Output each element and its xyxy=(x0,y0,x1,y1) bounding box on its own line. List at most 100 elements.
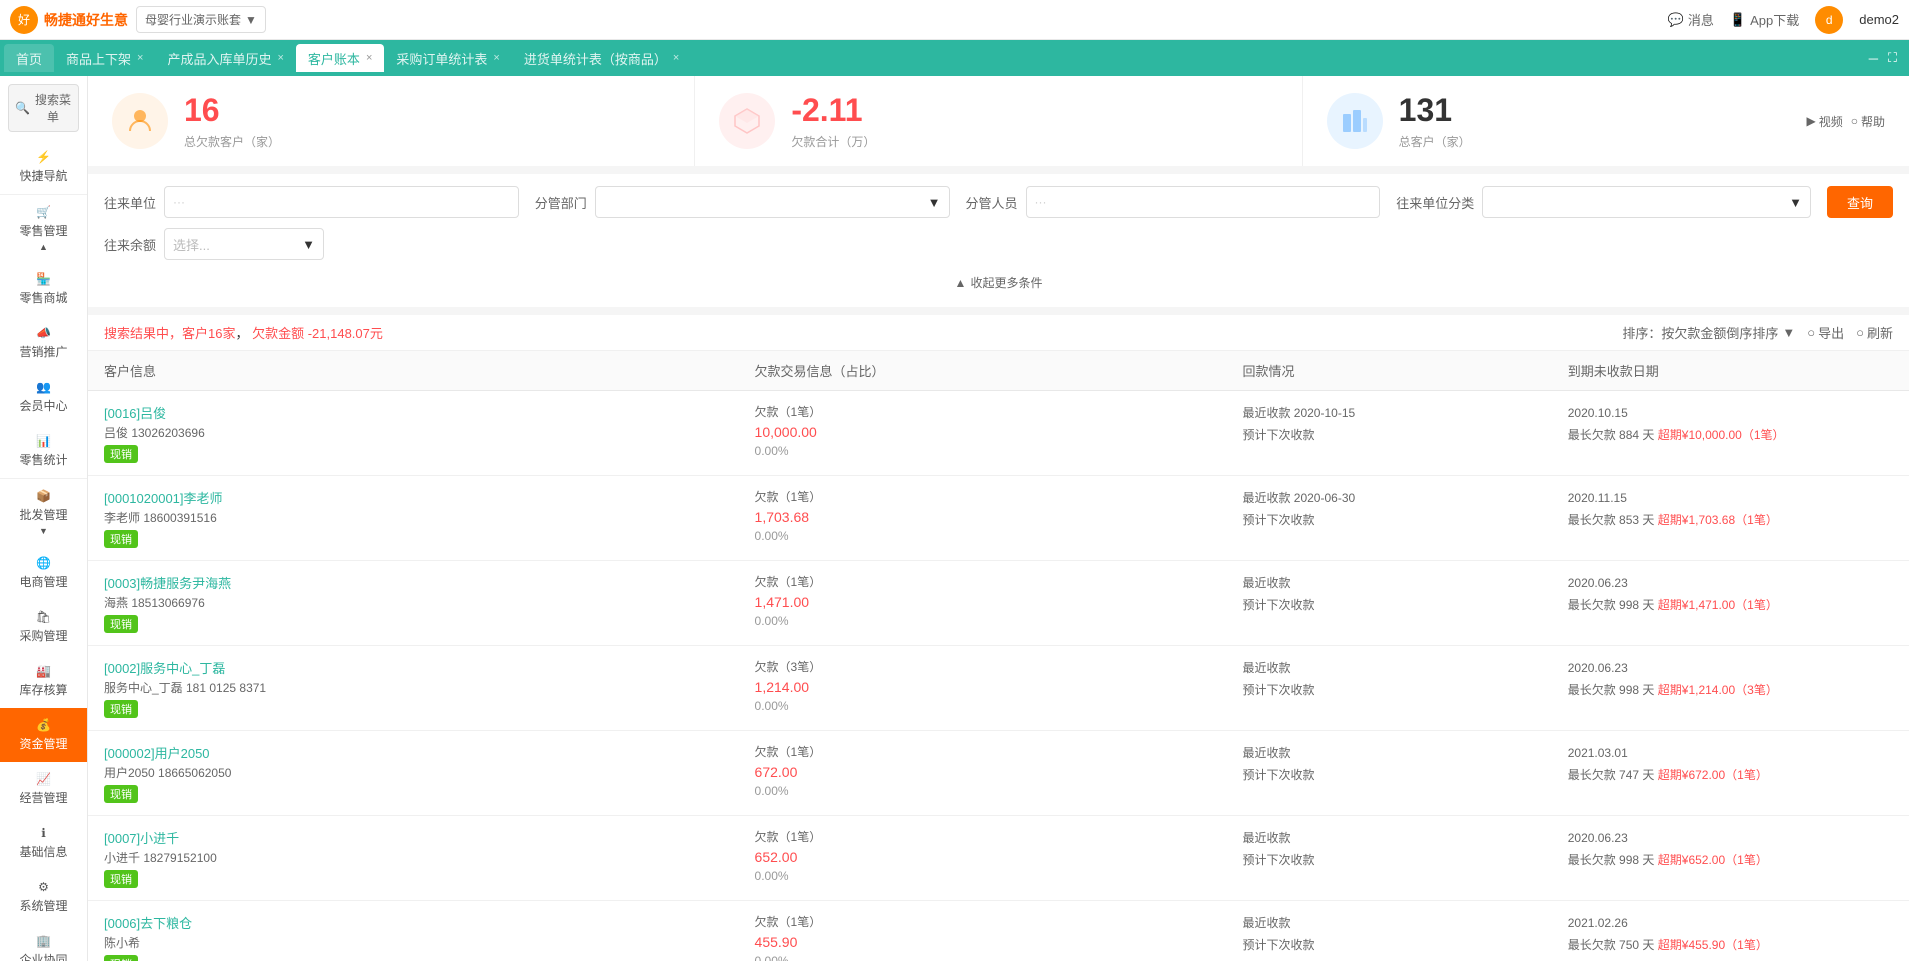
help-button[interactable]: ○ 帮助 xyxy=(1851,113,1885,130)
debt-count: 欠款（1笔） xyxy=(755,743,1243,760)
overdue-days: 最长欠款 998 天 xyxy=(1568,683,1655,697)
tab-customer-account[interactable]: 客户账本 × xyxy=(296,44,384,72)
sidebar-item-retail-mall[interactable]: 🏪 零售商城 xyxy=(0,262,87,316)
customer-name-link[interactable]: [0002]服务中心_丁磊 xyxy=(104,661,225,676)
sidebar-item-ecommerce[interactable]: 🌐 电商管理 xyxy=(0,546,87,600)
view-video-button[interactable]: ▶ 视频 xyxy=(1806,113,1842,130)
overdue-link[interactable]: 超期¥1,703.68（1笔） xyxy=(1658,513,1778,527)
chevron-down-icon: ▼ xyxy=(39,526,48,536)
customer-name-link[interactable]: [000002]用户2050 xyxy=(104,746,210,761)
customer-name-link[interactable]: [0006]去下粮仓 xyxy=(104,916,192,931)
tab-home[interactable]: 首页 xyxy=(4,44,54,72)
message-button[interactable]: 💬 消息 xyxy=(1668,10,1714,29)
tab-purchase-summary[interactable]: 采购订单统计表 × xyxy=(384,44,511,72)
dept-select[interactable]: ▼ xyxy=(595,186,950,218)
company-selector[interactable]: 母婴行业演示账套 ▼ xyxy=(136,6,266,33)
customer-tag: 现销 xyxy=(104,785,138,803)
sidebar-item-batch-mgmt[interactable]: 📦 批发管理 ▼ xyxy=(0,479,87,546)
tab-product-history[interactable]: 产成品入库单历史 × xyxy=(155,44,295,72)
customer-name-link[interactable]: [0001020001]李老师 xyxy=(104,491,223,506)
sidebar-item-system[interactable]: ⚙ 系统管理 xyxy=(0,870,87,924)
tab-close-icon[interactable]: × xyxy=(277,52,283,64)
sidebar-item-operation[interactable]: 📈 经营管理 xyxy=(0,762,87,816)
marketing-icon: 📣 xyxy=(36,326,51,340)
overdue-cell: 2020.11.15 最长欠款 853 天 超期¥1,703.68（1笔） xyxy=(1568,488,1893,531)
stat-actions: ▶ 视频 ○ 帮助 xyxy=(1806,113,1885,130)
collection-cell: 最近收款 预计下次收款 xyxy=(1242,573,1567,616)
sidebar-system-label: 系统管理 xyxy=(19,897,67,914)
debt-cell: 欠款（1笔） 10,000.00 0.00% xyxy=(755,403,1243,458)
minimize-icon[interactable]: － xyxy=(1867,49,1880,68)
sidebar-group-retail: 🛒 零售管理 ▲ 🏪 零售商城 📣 营销推广 👥 会员中心 📊 零售统计 xyxy=(0,194,87,478)
sidebar-item-purchase[interactable]: 🛍 采购管理 xyxy=(0,600,87,654)
col-due-date: 到期未收款日期 xyxy=(1568,361,1893,380)
debt-count: 欠款（1笔） xyxy=(755,573,1243,590)
due-date: 2020.06.23 xyxy=(1568,573,1893,595)
debt-amount: 672.00 xyxy=(755,764,1243,780)
filter-balance: 往来余额 选择... ▼ xyxy=(104,228,1893,260)
overdue-link[interactable]: 超期¥10,000.00（1笔） xyxy=(1658,428,1785,442)
customer-name-link[interactable]: [0007]小进千 xyxy=(104,831,179,846)
debt-count: 欠款（3笔） xyxy=(755,658,1243,675)
data-table: 客户信息 欠款交易信息（占比） 回款情况 到期未收款日期 [0016]吕俊 吕俊… xyxy=(88,351,1909,961)
customer-cell: [0002]服务中心_丁磊 服务中心_丁磊 181 0125 8371 现销 xyxy=(104,658,755,718)
overdue-cell: 2021.03.01 最长欠款 747 天 超期¥672.00（1笔） xyxy=(1568,743,1893,786)
search-menu-button[interactable]: 🔍 搜索菜单 xyxy=(8,84,79,132)
sidebar-item-enterprise[interactable]: 🏢 企业协同 xyxy=(0,924,87,961)
last-payment: 最近收款 xyxy=(1242,828,1567,850)
collapse-button[interactable]: ▲ 收起更多条件 xyxy=(955,274,1043,291)
sidebar-item-retail-mgmt[interactable]: 🛒 零售管理 ▲ xyxy=(0,195,87,262)
top-bar: 好 畅捷通好生意 母婴行业演示账套 ▼ 💬 消息 📱 App下载 d demo2 xyxy=(0,0,1909,40)
sidebar-item-basic-info[interactable]: ℹ 基础信息 xyxy=(0,816,87,870)
tab-close-icon[interactable]: × xyxy=(673,52,679,64)
debt-amount: 455.90 xyxy=(755,934,1243,950)
stat-debtors-value: 16 xyxy=(184,92,280,129)
debt-percent: 0.00% xyxy=(755,869,1243,883)
last-payment: 最近收款 xyxy=(1242,658,1567,680)
sort-label: 排序：按欠款金额倒序排序 xyxy=(1622,323,1778,342)
result-text: 搜索结果中，客户16家 xyxy=(104,326,235,341)
table-row: [0001020001]李老师 李老师 18600391516 现销 欠款（1笔… xyxy=(88,476,1909,561)
last-payment: 最近收款 2020-06-30 xyxy=(1242,488,1567,510)
category-select[interactable]: ▼ xyxy=(1482,186,1811,218)
user-avatar[interactable]: d xyxy=(1815,6,1843,34)
sidebar-item-member[interactable]: 👥 会员中心 xyxy=(0,370,87,424)
vendor-input[interactable]: ··· xyxy=(164,186,519,218)
customer-name-link[interactable]: [0016]吕俊 xyxy=(104,406,166,421)
operation-icon: 📈 xyxy=(36,772,51,786)
tab-close-icon[interactable]: × xyxy=(493,52,499,64)
overdue-link[interactable]: 超期¥455.90（1笔） xyxy=(1658,938,1768,952)
debt-count: 欠款（1笔） xyxy=(755,403,1243,420)
export-button[interactable]: ○ 导出 xyxy=(1807,323,1844,342)
app-download-button[interactable]: 📱 App下载 xyxy=(1730,10,1799,29)
refresh-button[interactable]: ○ 刷新 xyxy=(1856,323,1893,342)
tab-close-icon[interactable]: × xyxy=(137,52,143,64)
tab-import-summary[interactable]: 进货单统计表（按商品） × xyxy=(512,44,691,72)
sidebar-item-warehouse[interactable]: 🏭 库存核算 xyxy=(0,654,87,708)
overdue-link[interactable]: 超期¥672.00（1笔） xyxy=(1658,768,1768,782)
overdue-days: 最长欠款 884 天 xyxy=(1568,428,1655,442)
sidebar-ecommerce-label: 电商管理 xyxy=(19,573,67,590)
due-date: 2021.03.01 xyxy=(1568,743,1893,765)
sidebar-item-quick-nav[interactable]: ⚡ 快捷导航 xyxy=(0,140,87,194)
overdue-link[interactable]: 超期¥1,471.00（1笔） xyxy=(1658,598,1778,612)
search-button[interactable]: 查询 xyxy=(1827,186,1893,218)
sidebar-item-marketing[interactable]: 📣 营销推广 xyxy=(0,316,87,370)
sidebar-item-finance[interactable]: 💰 资金管理 xyxy=(0,708,87,762)
sort-selector[interactable]: 排序：按欠款金额倒序排序 ▼ xyxy=(1622,323,1795,342)
stat-debtors-info: 16 总欠款客户（家） xyxy=(184,92,280,150)
sidebar-item-retail-stats[interactable]: 📊 零售统计 xyxy=(0,424,87,478)
overdue-link[interactable]: 超期¥1,214.00（3笔） xyxy=(1658,683,1778,697)
sidebar-search-area: 🔍 搜索菜单 xyxy=(0,76,87,140)
maximize-icon[interactable]: ⛶ xyxy=(1888,50,1897,66)
collapse-icon: ▲ xyxy=(955,276,967,290)
person-input[interactable]: ··· xyxy=(1026,186,1381,218)
customer-name-link[interactable]: [0003]畅捷服务尹海燕 xyxy=(104,576,231,591)
customer-cell: [0001020001]李老师 李老师 18600391516 现销 xyxy=(104,488,755,548)
tab-close-icon[interactable]: × xyxy=(366,52,372,64)
overdue-days: 最长欠款 750 天 xyxy=(1568,938,1655,952)
balance-select[interactable]: 选择... ▼ xyxy=(164,228,324,260)
sidebar-enterprise-label: 企业协同 xyxy=(19,951,67,961)
tab-product-offline[interactable]: 商品上下架 × xyxy=(54,44,155,72)
overdue-link[interactable]: 超期¥652.00（1笔） xyxy=(1658,853,1768,867)
